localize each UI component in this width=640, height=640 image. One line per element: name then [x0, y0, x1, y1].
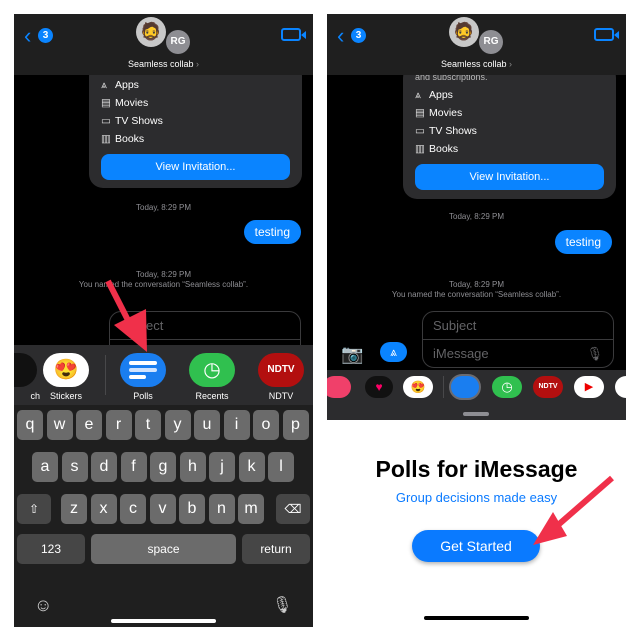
arrow-to-polls	[105, 279, 147, 352]
arrow-to-get-started	[533, 475, 614, 545]
annotation-arrows	[105, 279, 614, 545]
